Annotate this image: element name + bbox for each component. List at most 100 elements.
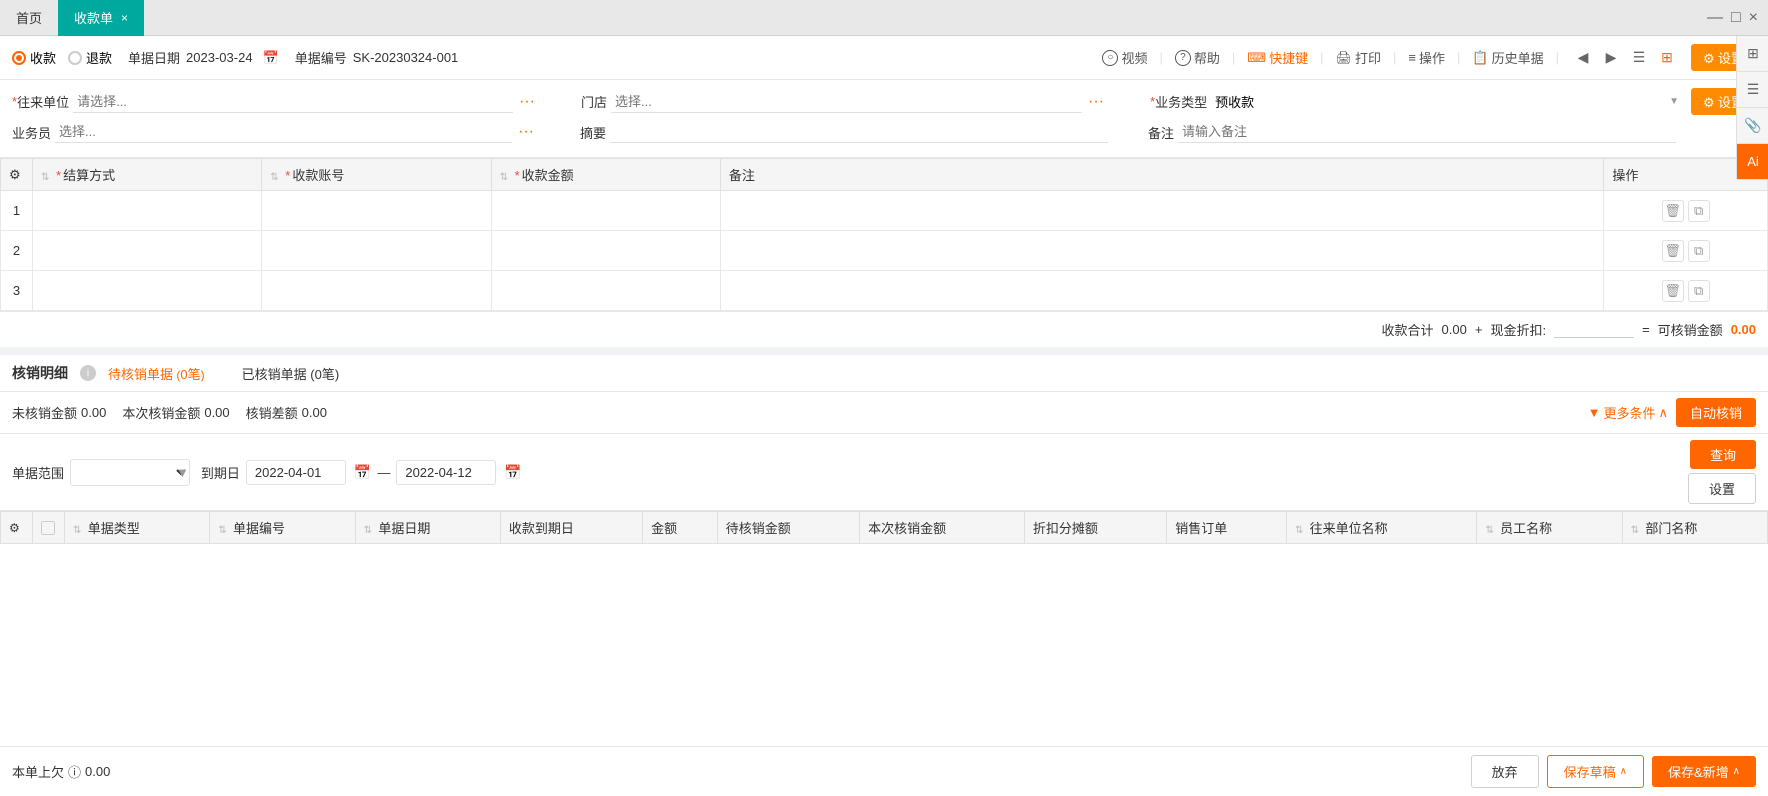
business-type-dropdown-icon[interactable]: ▼ bbox=[1669, 96, 1679, 107]
row-3-remark[interactable] bbox=[720, 271, 1604, 311]
receipt-radio[interactable]: 收款 bbox=[12, 48, 56, 67]
row-3-amount[interactable] bbox=[491, 271, 720, 311]
grid-view-btn[interactable]: ⊞ bbox=[1655, 46, 1679, 70]
remark-input[interactable] bbox=[1178, 121, 1676, 143]
recon-info-icon[interactable]: i bbox=[80, 365, 96, 381]
row-1-remark[interactable] bbox=[720, 191, 1604, 231]
history-btn[interactable]: 📋 历史单据 bbox=[1472, 48, 1543, 67]
summary-field: 摘要 bbox=[580, 121, 1108, 143]
row-1-account[interactable] bbox=[262, 191, 491, 231]
sort-bill-type-icon[interactable]: ⇅ bbox=[73, 525, 81, 536]
recon-settings-label: 设置 bbox=[1709, 482, 1735, 497]
minimize-button[interactable]: — bbox=[1707, 9, 1723, 27]
footer: 本单上欠 ⓘ 0.00 放弃 保存草稿 ∧ 保存&新增 ∧ bbox=[0, 746, 1768, 796]
save-new-btn[interactable]: 保存&新增 ∧ bbox=[1652, 756, 1756, 787]
tab-home[interactable]: 首页 bbox=[0, 0, 58, 36]
start-calendar-icon[interactable]: 📅 bbox=[354, 464, 371, 481]
sort-counterpart-icon[interactable]: ⇅ bbox=[1295, 525, 1303, 536]
row-2-settlement[interactable] bbox=[33, 231, 262, 271]
refund-radio[interactable]: 退款 bbox=[68, 48, 112, 67]
row-3-delete-icon[interactable]: 🗑 bbox=[1662, 280, 1684, 302]
row-2-amount[interactable] bbox=[491, 231, 720, 271]
btcol-pending-amount: 待核销金额 bbox=[717, 512, 859, 544]
row-1-amount[interactable] bbox=[491, 191, 720, 231]
row-2-copy-icon[interactable]: ⧉ bbox=[1688, 240, 1710, 262]
print-btn[interactable]: 🖨 打印 bbox=[1335, 48, 1381, 67]
shortcut-btn[interactable]: ⌨ 快捷键 bbox=[1247, 48, 1308, 67]
row-1-delete-icon[interactable]: 🗑 bbox=[1662, 200, 1684, 222]
store-more-btn[interactable]: ··· bbox=[1082, 93, 1110, 111]
counterpart-input[interactable] bbox=[73, 91, 513, 113]
query-btn[interactable]: 查询 bbox=[1690, 440, 1756, 469]
row-1-settlement[interactable] bbox=[33, 191, 262, 231]
calendar-icon[interactable]: 📅 bbox=[263, 50, 279, 66]
pending-tab[interactable]: 待核销单据 (0笔) bbox=[108, 364, 205, 383]
sidebar-attach-icon[interactable]: 📎 bbox=[1737, 108, 1768, 144]
gear-settings-icon[interactable]: ⚙ bbox=[9, 167, 21, 182]
filter-right: 查询 设置 bbox=[1688, 440, 1756, 504]
sort-amount-icon[interactable]: ⇅ bbox=[500, 172, 508, 183]
reconciliation-table: ⚙ ⇅ 单据类型 ⇅ 单据编号 ⇅ bbox=[0, 511, 1768, 544]
row-2-account[interactable] bbox=[262, 231, 491, 271]
sort-account-icon[interactable]: ⇅ bbox=[270, 172, 278, 183]
end-calendar-icon[interactable]: 📅 bbox=[504, 464, 521, 481]
sort-department-icon[interactable]: ⇅ bbox=[1631, 525, 1639, 536]
bottom-table-section: ⚙ ⇅ 单据类型 ⇅ 单据编号 ⇅ bbox=[0, 511, 1768, 746]
due-date-start-input[interactable] bbox=[246, 460, 346, 485]
row-1-copy-icon[interactable]: ⧉ bbox=[1688, 200, 1710, 222]
btcol-sales-order: 销售订单 bbox=[1167, 512, 1287, 544]
sidebar-camera-icon[interactable]: Ai bbox=[1737, 144, 1768, 180]
sidebar-list-icon[interactable]: ☰ bbox=[1737, 72, 1768, 108]
col-settings[interactable]: ⚙ bbox=[1, 159, 33, 191]
salesperson-more-btn[interactable]: ··· bbox=[512, 123, 540, 141]
row-2-delete-icon[interactable]: 🗑 bbox=[1662, 240, 1684, 262]
row-2-remark[interactable] bbox=[720, 231, 1604, 271]
more-conditions-btn[interactable]: ▼ 更多条件 ∧ bbox=[1588, 403, 1668, 422]
bill-date-label: 单据日期 bbox=[128, 48, 180, 67]
save-new-dropdown-icon[interactable]: ∧ bbox=[1733, 766, 1740, 777]
recon-settings-btn[interactable]: 设置 bbox=[1688, 473, 1756, 504]
salesperson-input[interactable] bbox=[55, 121, 512, 143]
tab-receipt[interactable]: 收款单 × bbox=[58, 0, 144, 36]
table-row: 1 🗑 ⧉ bbox=[1, 191, 1768, 231]
next-btn[interactable]: ▶ bbox=[1599, 46, 1623, 70]
operate-icon: ≡ bbox=[1408, 50, 1416, 65]
row-3-account[interactable] bbox=[262, 271, 491, 311]
maximize-button[interactable]: □ bbox=[1731, 9, 1741, 27]
store-input[interactable] bbox=[611, 91, 1082, 113]
select-all-checkbox[interactable] bbox=[41, 521, 55, 535]
counterpart-more-btn[interactable]: ··· bbox=[513, 93, 541, 111]
tab-close-icon[interactable]: × bbox=[121, 11, 128, 25]
auto-reconcile-btn[interactable]: 自动核销 bbox=[1676, 398, 1756, 427]
btcol-settings[interactable]: ⚙ bbox=[1, 512, 33, 544]
summary-input[interactable] bbox=[610, 121, 1108, 143]
sort-settlement-icon[interactable]: ⇅ bbox=[41, 172, 49, 183]
auto-reconcile-label: 自动核销 bbox=[1690, 406, 1742, 421]
save-draft-dropdown-icon[interactable]: ∧ bbox=[1620, 766, 1627, 777]
save-draft-btn[interactable]: 保存草稿 ∧ bbox=[1547, 755, 1644, 788]
prev-btn[interactable]: ◀ bbox=[1571, 46, 1595, 70]
row-3-copy-icon[interactable]: ⧉ bbox=[1688, 280, 1710, 302]
discount-label: 现金折扣: bbox=[1490, 320, 1546, 339]
sidebar-table-icon[interactable]: ⊞ bbox=[1737, 36, 1768, 72]
discount-input[interactable] bbox=[1554, 322, 1634, 338]
operate-btn[interactable]: ≡ 操作 bbox=[1408, 48, 1445, 67]
row-3-settlement[interactable] bbox=[33, 271, 262, 311]
help-icon: ? bbox=[1175, 50, 1191, 66]
discard-btn[interactable]: 放弃 bbox=[1471, 755, 1539, 788]
history-label: 历史单据 bbox=[1492, 48, 1544, 67]
sort-bill-date-icon[interactable]: ⇅ bbox=[364, 525, 372, 536]
due-date-end-input[interactable] bbox=[396, 460, 496, 485]
list-view-btn[interactable]: ☰ bbox=[1627, 46, 1651, 70]
completed-tab[interactable]: 已核销单据 (0笔) bbox=[242, 364, 340, 383]
video-btn[interactable]: ○ 视频 bbox=[1102, 48, 1147, 67]
close-button[interactable]: × bbox=[1749, 9, 1758, 27]
sort-employee-icon[interactable]: ⇅ bbox=[1485, 525, 1493, 536]
footer-info-icon[interactable]: ⓘ bbox=[68, 762, 81, 781]
sort-bill-number-icon[interactable]: ⇅ bbox=[218, 525, 226, 536]
help-btn[interactable]: ? 帮助 bbox=[1175, 48, 1220, 67]
video-label: 视频 bbox=[1121, 48, 1147, 67]
bill-number-label: 单据编号 bbox=[295, 48, 347, 67]
bill-range-select[interactable] bbox=[70, 459, 190, 486]
print-label: 打印 bbox=[1355, 48, 1381, 67]
